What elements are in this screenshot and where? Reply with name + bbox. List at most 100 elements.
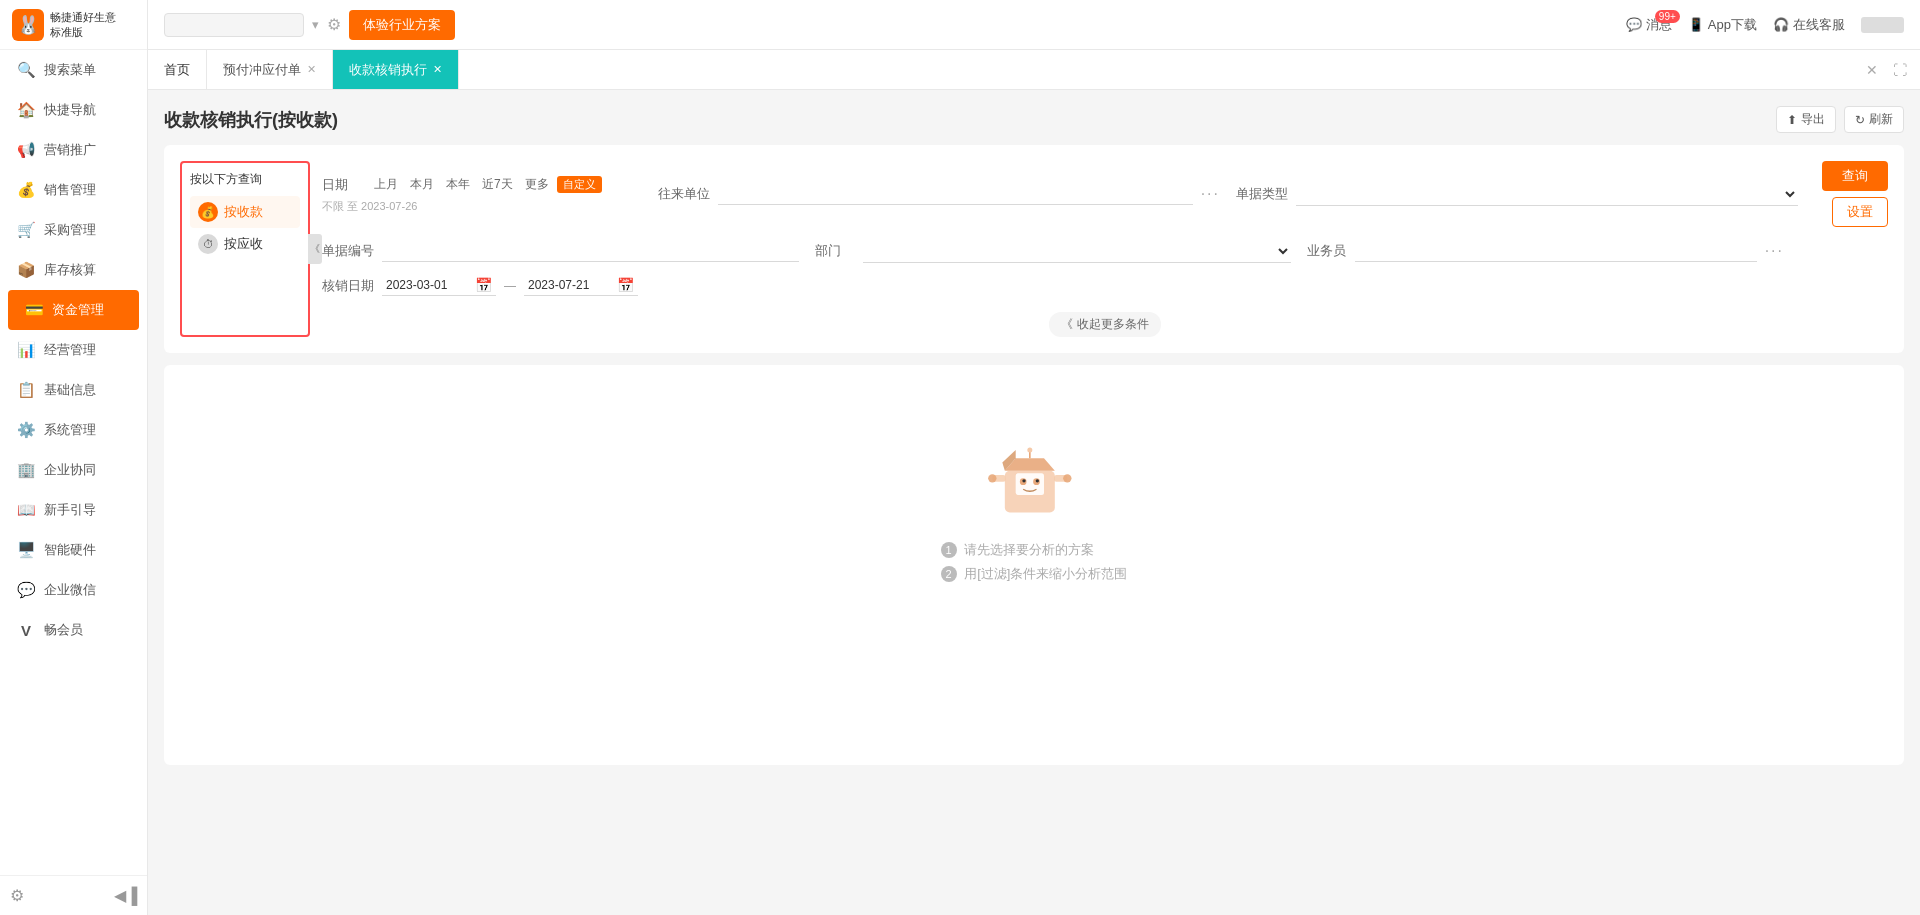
order-no-field: 单据编号 (322, 240, 799, 262)
query-panel-collapse[interactable]: 《 (308, 234, 322, 264)
finance-icon: 💳 (24, 300, 44, 320)
date-tab-7days[interactable]: 近7天 (478, 174, 517, 195)
headset-icon: 🎧 (1773, 17, 1789, 32)
header-left: ▾ ⚙ 体验行业方案 (164, 10, 455, 40)
tab-receipt-verify[interactable]: 收款核销执行 ✕ (333, 50, 459, 89)
sidebar-item-finance[interactable]: 💳 资金管理 (8, 290, 139, 330)
tab-maximize-icon[interactable]: ⛶ (1888, 58, 1912, 82)
user-name[interactable] (1861, 17, 1904, 33)
sidebar-item-operations[interactable]: 📊 经营管理 (0, 330, 147, 370)
sidebar-item-basics[interactable]: 📋 基础信息 (0, 370, 147, 410)
sidebar-item-wechat[interactable]: 💬 企业微信 (0, 570, 147, 610)
date-tab-last-month[interactable]: 上月 (370, 174, 402, 195)
order-no-label: 单据编号 (322, 242, 374, 260)
enterprise-icon: 🏢 (16, 460, 36, 480)
sidebar-item-member[interactable]: V 畅会员 (0, 610, 147, 650)
settings-icon[interactable]: ⚙ (10, 886, 24, 905)
collapse-up-icon: 《 (1061, 316, 1073, 333)
export-button[interactable]: ⬆ 导出 (1776, 106, 1836, 133)
sidebar-item-enterprise[interactable]: 🏢 企业协同 (0, 450, 147, 490)
filter-row-3: 核销日期 📅 — 📅 (322, 275, 1888, 296)
page-content: 收款核销执行(按收款) ⬆ 导出 ↻ 刷新 按以下方查询 💰 按收款 (148, 90, 1920, 915)
sidebar-item-system[interactable]: ⚙️ 系统管理 (0, 410, 147, 450)
tab-receipt-close[interactable]: ✕ (433, 63, 442, 76)
date-tab-this-month[interactable]: 本月 (406, 174, 438, 195)
query-button[interactable]: 查询 (1822, 161, 1888, 191)
tip-num-1: 1 (941, 542, 957, 558)
sidebar-item-smart-hw[interactable]: 🖥️ 智能硬件 (0, 530, 147, 570)
sidebar-collapse-icon[interactable]: ◀▐ (114, 886, 137, 905)
sidebar-item-label: 系统管理 (44, 421, 96, 439)
sidebar-item-label: 新手引导 (44, 501, 96, 519)
search-menu-icon: 🔍 (16, 60, 36, 80)
app-logo: 🐰 畅捷通好生意 标准版 (0, 0, 147, 50)
partner-field: 往来单位 ··· (658, 183, 1220, 205)
order-type-label: 单据类型 (1236, 185, 1288, 203)
empty-tips: 1 请先选择要分析的方案 2 用[过滤]条件来缩小分析范围 (941, 541, 1128, 583)
verify-date-to-wrap: 📅 (524, 275, 638, 296)
solution-button[interactable]: 体验行业方案 (349, 10, 455, 40)
header-search-input[interactable] (164, 13, 304, 37)
partner-more-icon[interactable]: ··· (1201, 185, 1220, 203)
svg-point-9 (1027, 448, 1032, 453)
sidebar-item-marketing[interactable]: 📢 营销推广 (0, 130, 147, 170)
tab-prepay-close[interactable]: ✕ (307, 63, 316, 76)
query-type-panel: 按以下方查询 💰 按收款 ⏱ 按应收 《 (180, 161, 310, 337)
verify-date-to-input[interactable] (528, 278, 613, 292)
sidebar-item-purchase[interactable]: 🛒 采购管理 (0, 210, 147, 250)
app-download-icon: 📱 (1688, 17, 1704, 32)
staff-more-icon[interactable]: ··· (1765, 242, 1784, 260)
verify-date-from-input[interactable] (386, 278, 471, 292)
partner-label: 往来单位 (658, 185, 710, 203)
order-type-select[interactable] (1296, 182, 1798, 206)
settings-gear-icon[interactable]: ⚙ (327, 15, 341, 34)
query-type-by-receipt[interactable]: 💰 按收款 (190, 196, 300, 228)
guide-icon: 📖 (16, 500, 36, 520)
partner-input[interactable] (718, 183, 1193, 205)
query-type-by-receivable[interactable]: ⏱ 按应收 (190, 228, 300, 260)
date-label: 日期 (322, 176, 362, 194)
date-tab-more[interactable]: 更多 (521, 174, 553, 195)
date-tab-this-year[interactable]: 本年 (442, 174, 474, 195)
app-download-link[interactable]: 📱 App下载 (1688, 16, 1757, 34)
sidebar-item-label: 库存核算 (44, 261, 96, 279)
sidebar-item-label: 经营管理 (44, 341, 96, 359)
dept-label: 部门 (815, 242, 855, 260)
sidebar-item-guide[interactable]: 📖 新手引导 (0, 490, 147, 530)
empty-tip-2: 2 用[过滤]条件来缩小分析范围 (941, 565, 1128, 583)
tab-home[interactable]: 首页 (148, 50, 207, 89)
staff-input[interactable] (1355, 240, 1756, 262)
dropdown-arrow-icon[interactable]: ▾ (312, 17, 319, 32)
sidebar-item-label: 基础信息 (44, 381, 96, 399)
refresh-icon: ↻ (1855, 113, 1865, 127)
message-icon: 💬 (1626, 17, 1642, 32)
date-tag-custom[interactable]: 自定义 (557, 176, 602, 193)
tab-prepay-label: 预付冲应付单 (223, 61, 301, 79)
order-no-input[interactable] (382, 240, 799, 262)
tab-close-all-icon[interactable]: ✕ (1860, 58, 1884, 82)
tab-prepay[interactable]: 预付冲应付单 ✕ (207, 50, 333, 89)
sidebar-bottom: ⚙ ◀▐ (0, 875, 147, 915)
sidebar-item-search-menu[interactable]: 🔍 搜索菜单 (0, 50, 147, 90)
verify-date-to-calendar-icon[interactable]: 📅 (617, 277, 634, 293)
sidebar-item-quick-nav[interactable]: 🏠 快捷导航 (0, 90, 147, 130)
sidebar: 🐰 畅捷通好生意 标准版 🔍 搜索菜单 🏠 快捷导航 📢 营销推广 💰 销售管理… (0, 0, 148, 915)
operations-icon: 📊 (16, 340, 36, 360)
settings-button[interactable]: 设置 (1832, 197, 1888, 227)
refresh-button[interactable]: ↻ 刷新 (1844, 106, 1904, 133)
app-name: 畅捷通好生意 (50, 10, 116, 24)
sidebar-item-sales[interactable]: 💰 销售管理 (0, 170, 147, 210)
online-service-link[interactable]: 🎧 在线客服 (1773, 16, 1845, 34)
export-icon: ⬆ (1787, 113, 1797, 127)
collapse-conditions-button[interactable]: 《 收起更多条件 (1049, 312, 1161, 337)
tip-num-2: 2 (941, 566, 957, 582)
action-buttons: 查询 设置 (1822, 161, 1888, 227)
filter-row-2: 单据编号 部门 业务员 ··· (322, 239, 1888, 263)
sidebar-item-inventory[interactable]: 📦 库存核算 (0, 250, 147, 290)
staff-label: 业务员 (1307, 242, 1347, 260)
message-badge[interactable]: 💬 消息 99+ (1626, 16, 1672, 34)
sidebar-item-label: 搜索菜单 (44, 61, 96, 79)
dept-select[interactable] (863, 239, 1292, 263)
empty-tip-1: 1 请先选择要分析的方案 (941, 541, 1128, 559)
verify-date-from-calendar-icon[interactable]: 📅 (475, 277, 492, 293)
